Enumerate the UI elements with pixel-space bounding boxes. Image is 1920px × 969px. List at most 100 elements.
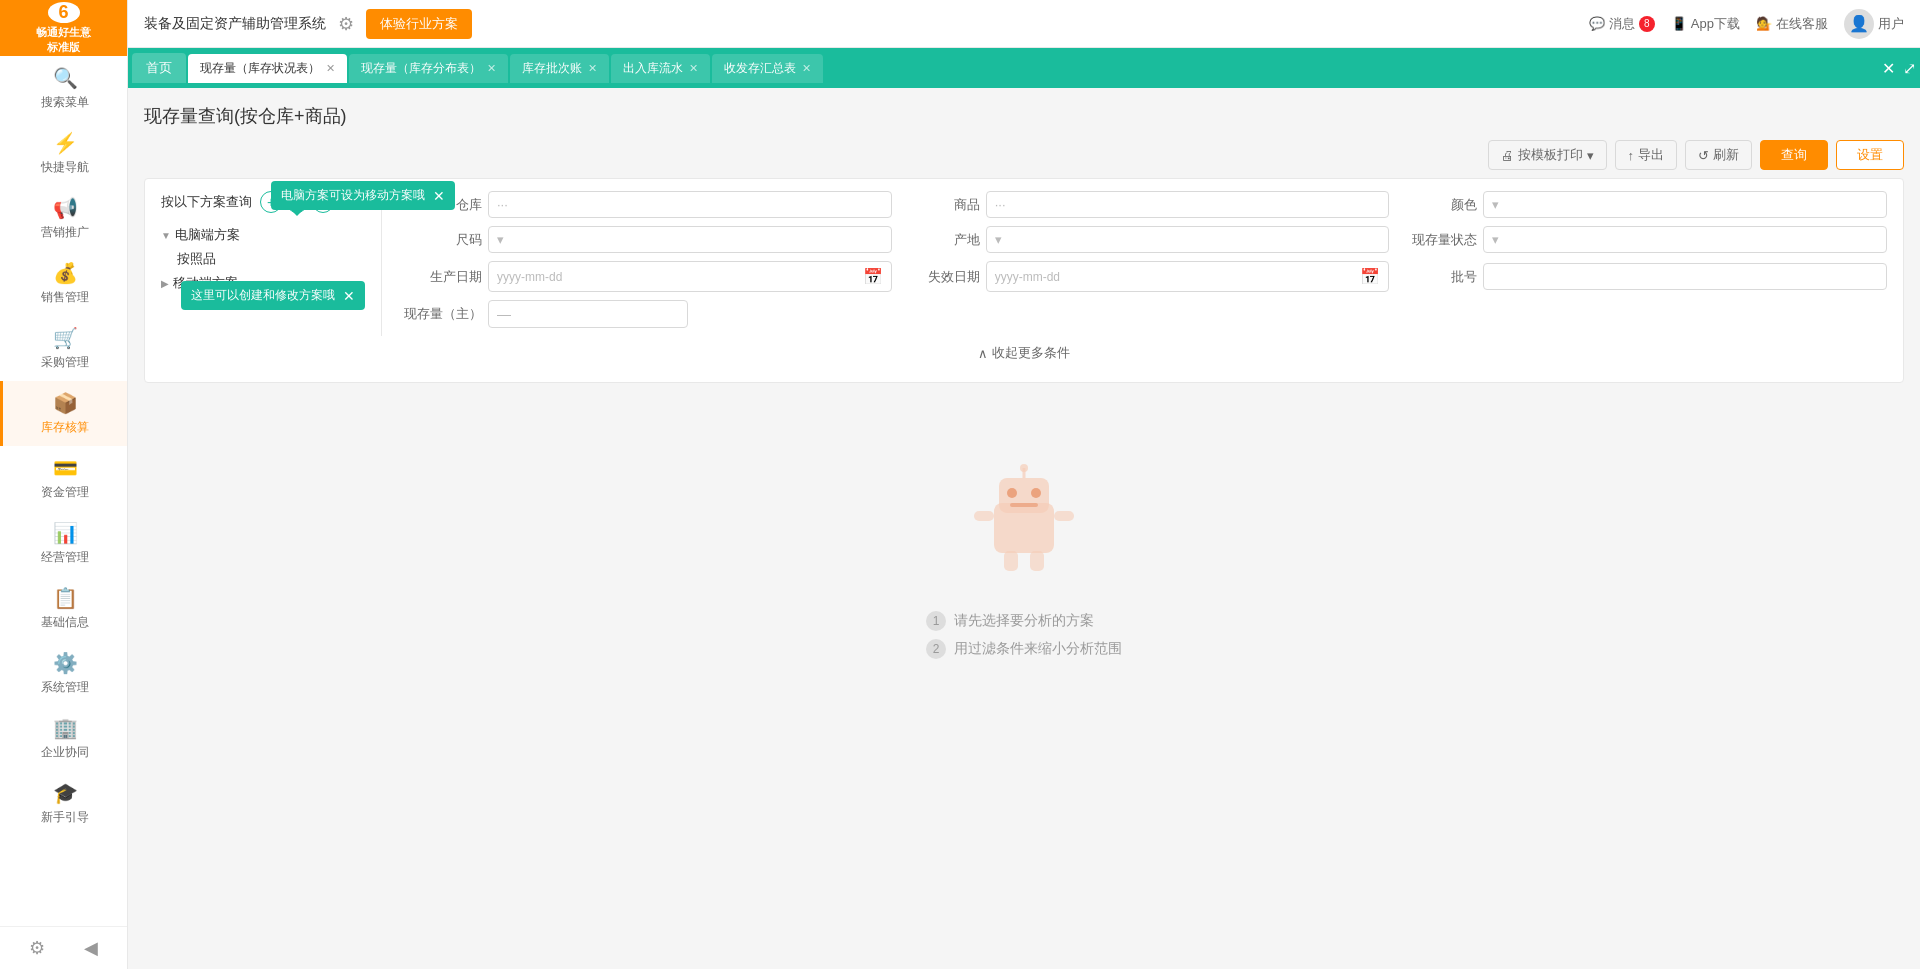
dots-icon: ···: [995, 197, 1006, 212]
tab-home[interactable]: 首页: [132, 53, 186, 83]
sidebar-item-label: 系统管理: [41, 679, 89, 696]
sidebar-item-finance[interactable]: 💳 资金管理: [0, 446, 127, 511]
message-badge: 8: [1639, 16, 1655, 32]
marketing-icon: 📢: [53, 196, 78, 220]
filter-header-label: 按以下方案查询: [161, 193, 252, 211]
stock-status-label: 现存量状态: [1397, 231, 1477, 249]
top-header: 装备及固定资产辅助管理系统 ⚙ 体验行业方案 💬 消息 8 📱 App下载 💁 …: [128, 0, 1920, 48]
empty-robot-svg: [964, 463, 1084, 583]
scheme-group-pc[interactable]: ▼ 电脑端方案: [161, 223, 361, 247]
service-icon: 💁: [1756, 16, 1772, 31]
calendar-icon: 📅: [863, 267, 883, 286]
empty-state: 1 请先选择要分析的方案 2 用过滤条件来缩小分析范围: [144, 383, 1904, 739]
tab-stock-status[interactable]: 现存量（库存状况表） ✕: [188, 54, 347, 83]
sidebar-item-inventory[interactable]: 📦 库存核算: [0, 381, 127, 446]
tab-stock-status-close[interactable]: ✕: [326, 62, 335, 75]
system-title: 装备及固定资产辅助管理系统: [144, 15, 326, 33]
purchase-icon: 🛒: [53, 326, 78, 350]
sidebar-item-quick-nav[interactable]: ⚡ 快捷导航: [0, 121, 127, 186]
maximize-button[interactable]: ⤢: [1903, 59, 1916, 78]
sidebar-item-label: 搜索菜单: [41, 94, 89, 111]
svg-point-3: [1031, 488, 1041, 498]
size-select[interactable]: ▾: [488, 226, 892, 253]
color-select[interactable]: ▾: [1483, 191, 1887, 218]
svg-rect-1: [999, 478, 1049, 513]
scheme-tooltip-close[interactable]: ✕: [433, 188, 445, 204]
stock-qty-input[interactable]: —: [488, 300, 688, 328]
refresh-button[interactable]: ↺ 刷新: [1685, 140, 1752, 170]
tip-num-2: 2: [926, 639, 946, 659]
search-button[interactable]: 查询: [1760, 140, 1828, 170]
sidebar-item-label: 销售管理: [41, 289, 89, 306]
content-area: 现存量查询(按仓库+商品) 🖨 按模板打印 ▾ ↑ 导出 ↺ 刷新 查询 设置: [128, 88, 1920, 969]
avatar: 👤: [1844, 9, 1874, 39]
tab-recv-summary-close[interactable]: ✕: [802, 62, 811, 75]
scheme-group-label: 电脑端方案: [175, 226, 240, 244]
tab-stock-dist-close[interactable]: ✕: [487, 62, 496, 75]
tab-inout-flow-close[interactable]: ✕: [689, 62, 698, 75]
sidebar-item-base-info[interactable]: 📋 基础信息: [0, 576, 127, 641]
app-download-item[interactable]: 📱 App下载: [1671, 15, 1740, 33]
close-all-tabs-button[interactable]: ✕: [1882, 59, 1895, 78]
header-gear-button[interactable]: ⚙: [338, 13, 354, 35]
scheme-item-label: 按照品: [177, 250, 216, 268]
batch-input[interactable]: [1483, 263, 1887, 290]
separator-icon: —: [497, 306, 511, 322]
logo-icon: 6: [48, 2, 80, 23]
scheme-item-by-product[interactable]: 按照品: [177, 247, 361, 271]
product-select[interactable]: ···: [986, 191, 1390, 218]
warehouse-select[interactable]: ···: [488, 191, 892, 218]
create-tooltip: 这里可以创建和修改方案哦 ✕: [181, 281, 365, 310]
stock-status-select[interactable]: ▾: [1483, 226, 1887, 253]
tab-recv-summary[interactable]: 收发存汇总表 ✕: [712, 54, 823, 83]
tab-bar: 首页 现存量（库存状况表） ✕ 现存量（库存分布表） ✕ 库存批次账 ✕ 出入库…: [128, 48, 1920, 88]
chevron-down-icon: ▾: [1492, 197, 1499, 212]
settings-button[interactable]: ⚙: [29, 937, 45, 959]
svg-rect-7: [1004, 551, 1018, 571]
sidebar-item-guide[interactable]: 🎓 新手引导: [0, 771, 127, 836]
sidebar-item-enterprise[interactable]: 🏢 企业协同: [0, 706, 127, 771]
refresh-icon: ↺: [1698, 148, 1709, 163]
vertical-divider: [381, 191, 382, 336]
sidebar-item-marketing[interactable]: 📢 营销推广: [0, 186, 127, 251]
expiry-date-start[interactable]: yyyy-mm-dd 📅: [986, 261, 1390, 292]
create-tooltip-close[interactable]: ✕: [343, 288, 355, 304]
filter-field-production-date: 生产日期 yyyy-mm-dd 📅: [402, 261, 892, 292]
collapse-bar[interactable]: ∧ 收起更多条件: [161, 336, 1887, 370]
export-icon: ↑: [1628, 148, 1635, 163]
sidebar-item-search[interactable]: 🔍 搜索菜单: [0, 56, 127, 121]
export-button[interactable]: ↑ 导出: [1615, 140, 1678, 170]
origin-select[interactable]: ▾: [986, 226, 1390, 253]
sidebar-item-purchase[interactable]: 🛒 采购管理: [0, 316, 127, 381]
collapse-sidebar-button[interactable]: ◀: [84, 937, 98, 959]
sidebar-item-operations[interactable]: 📊 经营管理: [0, 511, 127, 576]
filter-field-batch: 批号: [1397, 263, 1887, 290]
sales-icon: 💰: [53, 261, 78, 285]
tab-batch-ledger[interactable]: 库存批次账 ✕: [510, 54, 609, 83]
chevron-down-icon: ▾: [1587, 148, 1594, 163]
user-item[interactable]: 👤 用户: [1844, 9, 1904, 39]
user-label: 用户: [1878, 15, 1904, 33]
sidebar-nav: 🔍 搜索菜单 ⚡ 快捷导航 📢 营销推广 💰 销售管理 🛒 采购管理 📦 库存核…: [0, 56, 127, 926]
inventory-icon: 📦: [53, 391, 78, 415]
setup-button[interactable]: 设置: [1836, 140, 1904, 170]
tab-inout-flow[interactable]: 出入库流水 ✕: [611, 54, 710, 83]
tab-batch-ledger-close[interactable]: ✕: [588, 62, 597, 75]
filter-fields: 仓库 ··· 商品 ··· 颜色: [402, 191, 1887, 336]
tab-inout-flow-label: 出入库流水: [623, 60, 683, 77]
sidebar-item-label: 快捷导航: [41, 159, 89, 176]
svg-rect-5: [974, 511, 994, 521]
search-icon: 🔍: [53, 66, 78, 90]
online-service-item[interactable]: 💁 在线客服: [1756, 15, 1828, 33]
sidebar-item-sales[interactable]: 💰 销售管理: [0, 251, 127, 316]
chevron-down-icon: ▾: [1492, 232, 1499, 247]
svg-rect-4: [1010, 503, 1038, 507]
tip-text-2: 用过滤条件来缩小分析范围: [954, 640, 1122, 658]
tab-stock-dist[interactable]: 现存量（库存分布表） ✕: [349, 54, 508, 83]
message-item[interactable]: 💬 消息 8: [1589, 15, 1655, 33]
production-date-start[interactable]: yyyy-mm-dd 📅: [488, 261, 892, 292]
sidebar-item-system[interactable]: ⚙️ 系统管理: [0, 641, 127, 706]
trial-button[interactable]: 体验行业方案: [366, 9, 472, 39]
print-button[interactable]: 🖨 按模板打印 ▾: [1488, 140, 1607, 170]
size-label: 尺码: [402, 231, 482, 249]
